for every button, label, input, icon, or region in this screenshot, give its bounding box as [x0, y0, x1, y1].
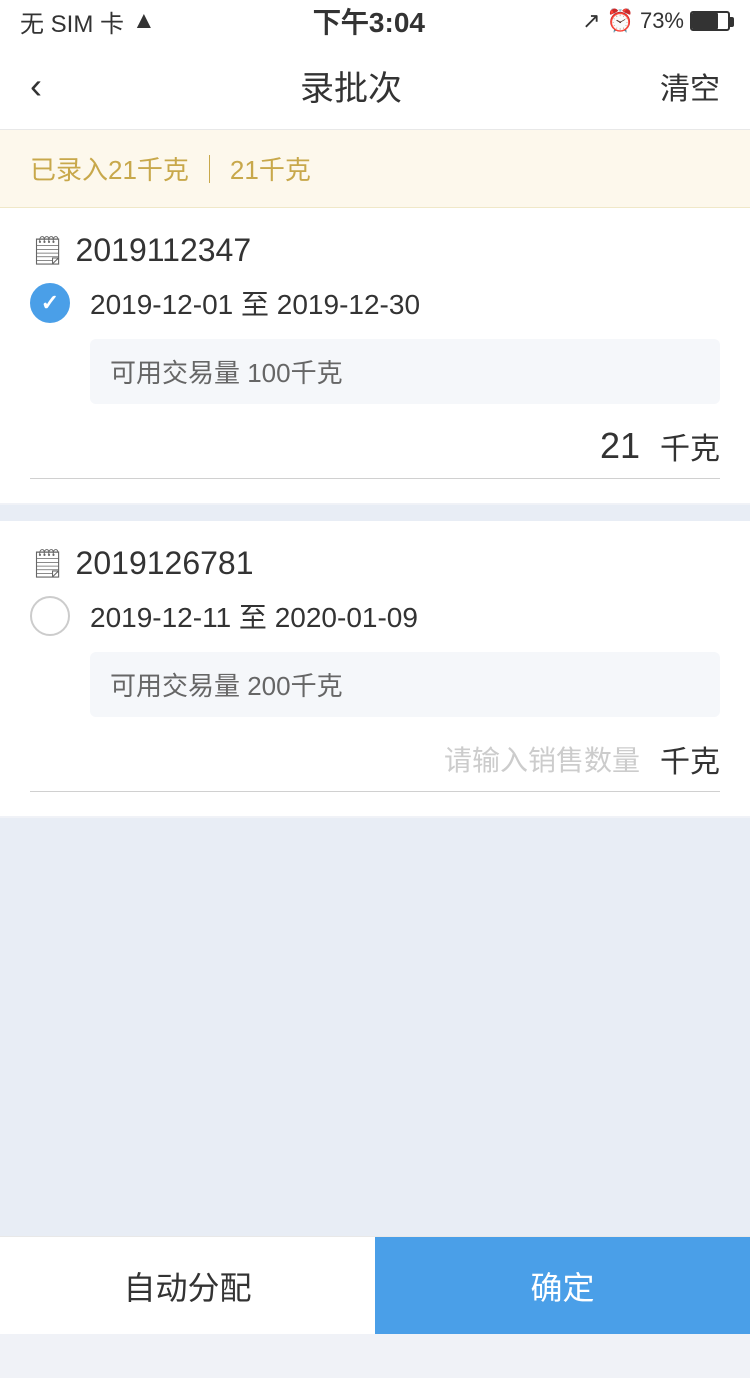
bottom-bar: 自动分配 确定	[0, 1236, 750, 1334]
battery-percent: 73%	[640, 8, 684, 34]
batch-2-number: 2019126781	[76, 545, 254, 582]
back-button[interactable]: ‹	[30, 65, 42, 107]
batch-2-underline	[30, 791, 720, 792]
batch-1-number: 2019112347	[76, 232, 252, 269]
batch-1-availability: 可用交易量 100千克	[90, 339, 720, 404]
battery-icon	[690, 11, 730, 31]
confirm-label: 确定	[530, 1263, 594, 1309]
status-bar: 无 SIM 卡 ▲ 下午3:04 ↗ ⏰ 73%	[0, 0, 750, 42]
wifi-icon: ▲	[132, 7, 156, 35]
status-right: ↗ ⏰ 73%	[582, 8, 730, 34]
batch-2-availability: 可用交易量 200千克	[90, 652, 720, 717]
batch-2-icon: 🗒	[30, 547, 66, 580]
batch-2-radio[interactable]	[30, 596, 70, 636]
confirm-button[interactable]: 确定	[375, 1237, 750, 1334]
auto-distribute-label: 自动分配	[123, 1263, 251, 1309]
batch-2-date: 2019-12-11 至 2020-01-09	[90, 596, 418, 636]
batch-1-radio[interactable]	[30, 283, 70, 323]
batch-item-2: 🗒 2019126781 2019-12-11 至 2020-01-09 可用交…	[0, 521, 750, 816]
summary-value: 21千克	[230, 150, 311, 187]
batch-1-header: 🗒 2019112347	[30, 232, 720, 269]
batch-1-unit: 千克	[660, 424, 720, 468]
sim-label: 无 SIM 卡	[20, 4, 124, 39]
batch-2-date-row: 2019-12-11 至 2020-01-09	[30, 596, 720, 636]
empty-area	[0, 818, 750, 1278]
batch-item-1: 🗒 2019112347 2019-12-01 至 2019-12-30 可用交…	[0, 208, 750, 503]
alarm-icon: ⏰	[607, 8, 634, 34]
batch-1-date: 2019-12-01 至 2019-12-30	[90, 283, 420, 323]
batch-1-date-row: 2019-12-01 至 2019-12-30	[30, 283, 720, 323]
page-title: 录批次	[300, 61, 402, 110]
batch-1-amount-row: 千克	[30, 404, 720, 478]
nav-bar: ‹ 录批次 清空	[0, 42, 750, 130]
batch-1-underline	[30, 478, 720, 479]
status-time: 下午3:04	[313, 1, 425, 41]
batch-2-unit: 千克	[660, 737, 720, 781]
batch-2-placeholder: 请输入销售数量	[30, 739, 640, 779]
summary-bar: 已录入21千克 21千克	[0, 130, 750, 208]
summary-label: 已录入21千克	[30, 150, 189, 187]
batch-2-amount-row: 请输入销售数量 千克	[30, 717, 720, 791]
batch-1-icon: 🗒	[30, 234, 66, 267]
summary-divider	[209, 155, 210, 183]
batch-2-header: 🗒 2019126781	[30, 545, 720, 582]
batch-1-amount-input[interactable]	[520, 425, 640, 467]
batch-separator	[0, 505, 750, 521]
content-area: 🗒 2019112347 2019-12-01 至 2019-12-30 可用交…	[0, 208, 750, 1378]
auto-distribute-button[interactable]: 自动分配	[0, 1237, 375, 1334]
location-icon: ↗	[582, 8, 600, 34]
status-left: 无 SIM 卡 ▲	[20, 4, 156, 39]
clear-button[interactable]: 清空	[660, 64, 720, 108]
